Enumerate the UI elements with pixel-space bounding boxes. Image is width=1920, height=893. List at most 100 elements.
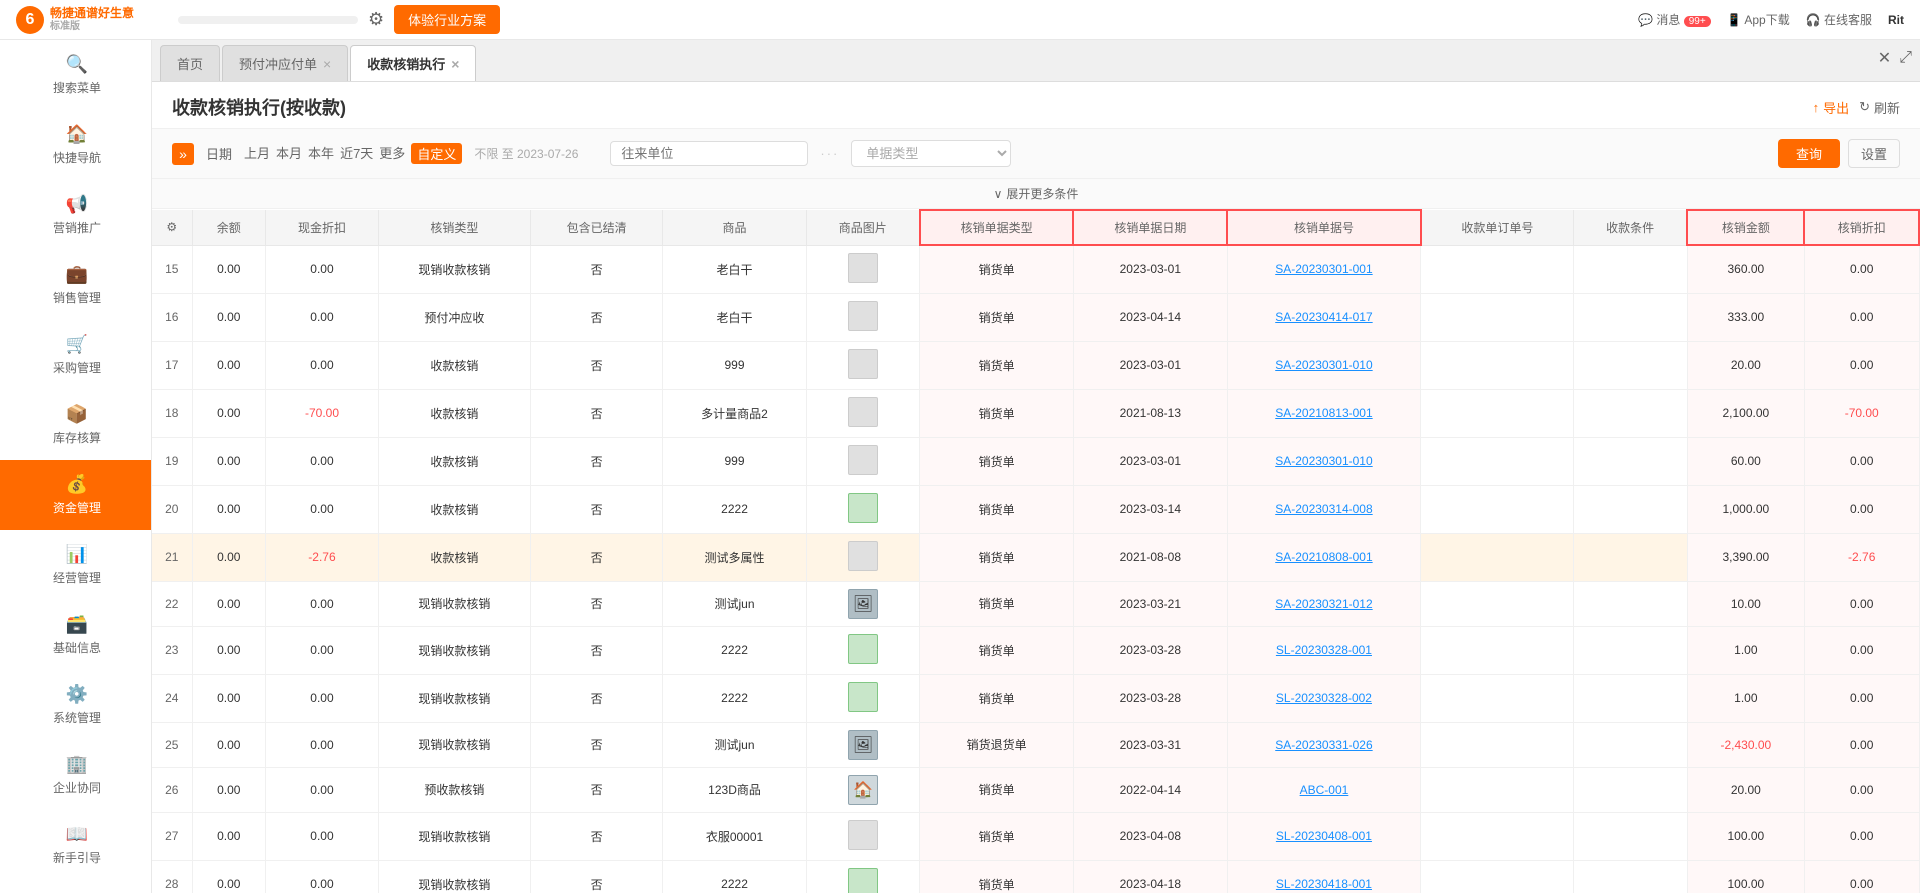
th-cash-discount: 现金折扣 <box>266 210 379 245</box>
verify-amount: 10.00 <box>1687 581 1804 626</box>
sidebar-item-hardware[interactable]: 🖥️ 智能硬件 <box>0 880 151 893</box>
balance: 0.00 <box>192 389 266 437</box>
verify-bill-no[interactable]: SL-20230328-001 <box>1227 626 1421 674</box>
finance-icon: 💰 <box>66 474 88 495</box>
date-link-more[interactable]: 更多 <box>379 143 405 164</box>
verify-bill-no[interactable]: SA-20230314-008 <box>1227 485 1421 533</box>
date-link-this-month[interactable]: 本月 <box>276 143 302 164</box>
refresh-button[interactable]: ↻ 刷新 <box>1859 98 1900 117</box>
verify-bill-date: 2023-03-31 <box>1073 722 1227 767</box>
th-verify-bill-no: 核销单据号 <box>1227 210 1421 245</box>
date-link-last-month[interactable]: 上月 <box>244 143 270 164</box>
table-row: 190.000.00收款核销否999销货单2023-03-01SA-202303… <box>152 437 1919 485</box>
sidebar-item-shortcut[interactable]: 🏠 快捷导航 <box>0 110 151 180</box>
sidebar-item-marketing[interactable]: 📢 营销推广 <box>0 180 151 250</box>
verify-bill-no[interactable]: SL-20230328-002 <box>1227 674 1421 722</box>
sidebar-item-purchase[interactable]: 🛒 采购管理 <box>0 320 151 390</box>
bill-type-select[interactable]: 单据类型 <box>851 140 1011 167</box>
verify-type: 收款核销 <box>378 533 530 581</box>
receipt-order-no <box>1421 485 1574 533</box>
verify-bill-no[interactable]: SA-20210808-001 <box>1227 533 1421 581</box>
verify-bill-no[interactable]: SA-20230414-017 <box>1227 293 1421 341</box>
receipt-order-no <box>1421 245 1574 293</box>
date-link-7days[interactable]: 近7天 <box>340 143 373 164</box>
verify-bill-no[interactable]: SA-20210813-001 <box>1227 389 1421 437</box>
sidebar-item-business[interactable]: 📊 经营管理 <box>0 530 151 600</box>
th-verify-discount: 核销折扣 <box>1804 210 1919 245</box>
app-download-link[interactable]: 📱 App下载 <box>1727 11 1790 28</box>
sidebar-item-finance[interactable]: 💰 资金管理 <box>0 460 151 530</box>
expand-more-button[interactable]: ∨ 展开更多条件 <box>994 185 1079 202</box>
tab-receipt-close[interactable]: × <box>451 56 459 72</box>
sidebar: 🔍 搜索菜单 🏠 快捷导航 📢 营销推广 💼 销售管理 🛒 采购管理 📦 库存核… <box>0 40 152 893</box>
goods: 999 <box>663 437 806 485</box>
th-setting[interactable]: ⚙ <box>152 210 192 245</box>
sidebar-item-inventory[interactable]: 📦 库存核算 <box>0 390 151 460</box>
verify-bill-no[interactable]: SA-20230301-010 <box>1227 341 1421 389</box>
verify-bill-no[interactable]: SA-20230321-012 <box>1227 581 1421 626</box>
verify-bill-no[interactable]: SA-20230301-010 <box>1227 437 1421 485</box>
verify-type: 预收款核销 <box>378 767 530 812</box>
partner-input[interactable] <box>610 141 808 166</box>
sidebar-item-system[interactable]: ⚙️ 系统管理 <box>0 670 151 740</box>
sidebar-item-enterprise[interactable]: 🏢 企业协同 <box>0 740 151 810</box>
sidebar-item-basic[interactable]: 🗃️ 基础信息 <box>0 600 151 670</box>
top-right-area: 💬 消息 99+ 📱 App下载 🎧 在线客服 Rit <box>1638 11 1904 28</box>
sidebar-item-label: 采购管理 <box>53 359 101 376</box>
industry-solution-button[interactable]: 体验行业方案 <box>394 5 500 34</box>
tab-expand-button[interactable]: ⤢ <box>1899 48 1912 68</box>
date-link-this-year[interactable]: 本年 <box>308 143 334 164</box>
cash-discount: 0.00 <box>266 860 379 893</box>
verify-bill-type: 销货单 <box>920 485 1074 533</box>
receipt-condition <box>1574 293 1688 341</box>
query-button[interactable]: 查询 <box>1778 139 1840 168</box>
verify-bill-type: 销货单 <box>920 812 1074 860</box>
sidebar-item-sales[interactable]: 💼 销售管理 <box>0 250 151 320</box>
tab-actions: ✕ ⤢ <box>1878 48 1912 68</box>
verify-bill-no[interactable]: SL-20230418-001 <box>1227 860 1421 893</box>
verify-discount: 0.00 <box>1804 341 1919 389</box>
message-area[interactable]: 💬 消息 99+ <box>1638 11 1711 28</box>
balance: 0.00 <box>192 767 266 812</box>
table-wrapper[interactable]: ⚙ 余额 现金折扣 核销类型 包含已结清 商品 商品图片 核销单据类型 核销单据… <box>152 209 1920 893</box>
export-button[interactable]: ↑ 导出 <box>1813 98 1850 117</box>
page-header: 收款核销执行(按收款) ↑ 导出 ↻ 刷新 <box>152 82 1920 129</box>
home-icon: 🏠 <box>66 124 88 145</box>
receipt-condition <box>1574 245 1688 293</box>
tab-prepay-close[interactable]: × <box>323 56 331 72</box>
sidebar-item-label: 经营管理 <box>53 569 101 586</box>
verify-amount: 3,390.00 <box>1687 533 1804 581</box>
filter-expand-arrow[interactable]: » <box>172 143 194 165</box>
balance: 0.00 <box>192 437 266 485</box>
verify-amount: 2,100.00 <box>1687 389 1804 437</box>
sidebar-item-label: 搜索菜单 <box>53 79 101 96</box>
verify-bill-no[interactable]: SL-20230408-001 <box>1227 812 1421 860</box>
tab-close-all-button[interactable]: ✕ <box>1878 48 1891 68</box>
receipt-condition <box>1574 626 1688 674</box>
receipt-order-no <box>1421 722 1574 767</box>
verify-type: 收款核销 <box>378 389 530 437</box>
table-row: 160.000.00预付冲应收否老白干销货单2023-04-14SA-20230… <box>152 293 1919 341</box>
sidebar-item-guide[interactable]: 📖 新手引导 <box>0 810 151 880</box>
tab-receipt[interactable]: 收款核销执行 × <box>350 45 476 81</box>
verify-bill-no[interactable]: ABC-001 <box>1227 767 1421 812</box>
verify-amount: 20.00 <box>1687 767 1804 812</box>
content-area: 首页 预付冲应付单 × 收款核销执行 × ✕ ⤢ 收款核销执行(按收款) <box>152 40 1920 893</box>
user-label[interactable]: Rit <box>1888 13 1904 27</box>
date-link-custom[interactable]: 自定义 <box>411 143 462 164</box>
tab-home[interactable]: 首页 <box>160 45 220 81</box>
verify-type: 收款核销 <box>378 485 530 533</box>
th-receipt-condition: 收款条件 <box>1574 210 1688 245</box>
verify-bill-no[interactable]: SA-20230301-001 <box>1227 245 1421 293</box>
include-settled: 否 <box>530 389 662 437</box>
verify-bill-no[interactable]: SA-20230331-026 <box>1227 722 1421 767</box>
tab-bar: 首页 预付冲应付单 × 收款核销执行 × ✕ ⤢ <box>152 40 1920 82</box>
online-service-link[interactable]: 🎧 在线客服 <box>1806 11 1872 28</box>
tab-prepay[interactable]: 预付冲应付单 × <box>222 45 348 81</box>
row-num: 25 <box>152 722 192 767</box>
gear-icon[interactable]: ⚙ <box>368 9 384 30</box>
sidebar-item-search[interactable]: 🔍 搜索菜单 <box>0 40 151 110</box>
setting-button[interactable]: 设置 <box>1848 139 1900 168</box>
app-name: 畅捷通谱好生意 标准版 <box>50 6 134 32</box>
verify-bill-date: 2023-04-14 <box>1073 293 1227 341</box>
